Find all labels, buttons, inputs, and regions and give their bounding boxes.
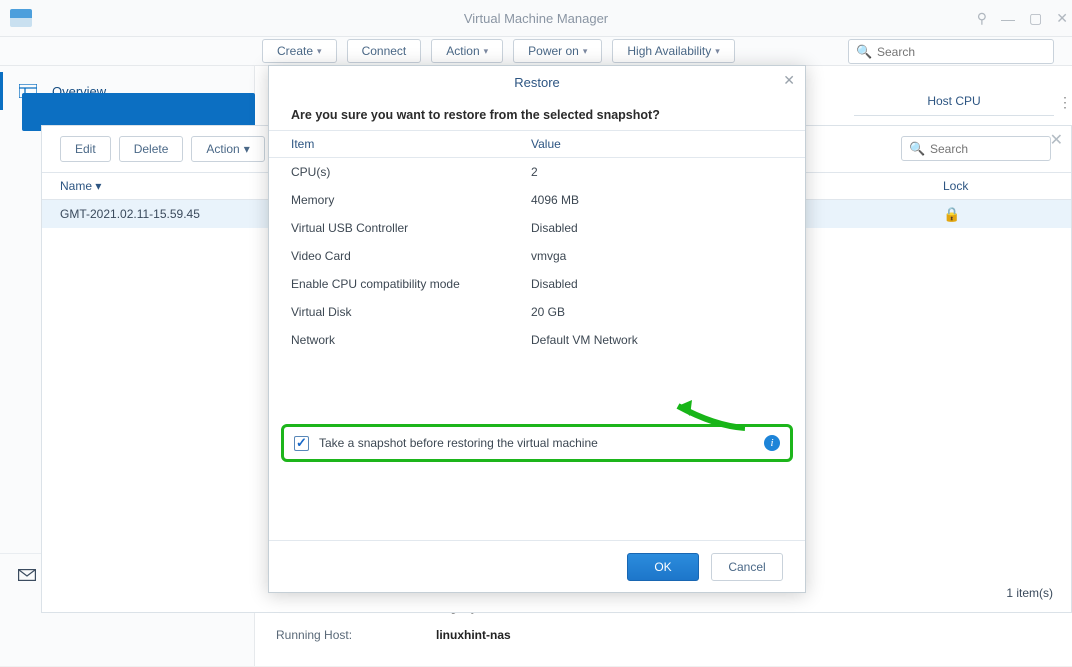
table-row: NetworkDefault VM Network — [269, 326, 805, 354]
modal-question: Are you sure you want to restore from th… — [269, 98, 805, 130]
caret-down-icon: ▾ — [317, 46, 322, 57]
table-row: Memory4096 MB — [269, 186, 805, 214]
modal-title: Restore ✕ — [269, 66, 805, 98]
more-menu-icon[interactable]: ⋮ — [1058, 94, 1072, 111]
app-icon — [10, 9, 32, 27]
modal-table-header: Item Value — [269, 130, 805, 158]
window-controls: ⚲ — ▢ ✕ — [977, 0, 1068, 37]
ok-button[interactable]: OK — [627, 553, 699, 581]
snapshot-search: 🔍 — [901, 136, 1051, 161]
col-value-header[interactable]: Value — [531, 137, 561, 151]
col-lock-header[interactable]: Lock — [943, 179, 1053, 193]
snapshot-action-button[interactable]: Action▾ — [191, 136, 264, 162]
caret-down-icon: ▾ — [484, 46, 489, 57]
close-icon[interactable]: ✕ — [1056, 10, 1068, 27]
snapshot-checkbox-highlight: ✓ Take a snapshot before restoring the v… — [281, 424, 793, 462]
main-toolbar: Create▾ Connect Action▾ Power on▾ High A… — [0, 37, 1072, 66]
cancel-button[interactable]: Cancel — [711, 553, 783, 581]
caret-down-icon: ▾ — [244, 142, 250, 156]
pin-icon[interactable]: ⚲ — [977, 10, 987, 27]
search-input[interactable] — [848, 39, 1054, 64]
caret-down-icon: ▾ — [715, 46, 720, 57]
toolbar-search: 🔍 — [848, 39, 1054, 64]
table-row: Virtual Disk20 GB — [269, 298, 805, 326]
delete-button[interactable]: Delete — [119, 136, 184, 162]
maximize-icon[interactable]: ▢ — [1029, 10, 1042, 27]
host-cpu-header[interactable]: Host CPU — [854, 94, 1054, 116]
search-icon: 🔍 — [909, 141, 925, 157]
table-row: Enable CPU compatibility modeDisabled — [269, 270, 805, 298]
search-icon: 🔍 — [856, 44, 872, 60]
titlebar: Virtual Machine Manager ⚲ — ▢ ✕ — [0, 0, 1072, 37]
info-icon[interactable]: i — [764, 435, 780, 451]
restore-modal: Restore ✕ Are you sure you want to resto… — [268, 65, 806, 593]
create-button[interactable]: Create▾ — [262, 39, 337, 63]
snapshot-footer: 1 item(s) — [1006, 586, 1053, 600]
close-icon[interactable]: ✕ — [783, 72, 795, 89]
window-title: Virtual Machine Manager — [464, 11, 608, 26]
checkbox-label: Take a snapshot before restoring the vir… — [319, 436, 754, 450]
col-item-header[interactable]: Item — [291, 137, 531, 151]
host-label: Running Host: — [276, 628, 436, 642]
high-availability-button[interactable]: High Availability▾ — [612, 39, 734, 63]
lock-icon: 🔒 — [943, 206, 960, 222]
caret-down-icon: ▾ — [583, 46, 588, 57]
feedback-icon — [18, 569, 36, 584]
host-value: linuxhint-nas — [436, 628, 511, 642]
table-row: Video Cardvmvga — [269, 242, 805, 270]
row-lock: 🔒 — [943, 206, 1053, 223]
sort-caret-icon: ▾ — [95, 179, 101, 193]
edit-button[interactable]: Edit — [60, 136, 111, 162]
connect-button[interactable]: Connect — [347, 39, 422, 63]
close-icon[interactable]: ✕ — [1050, 130, 1063, 150]
power-on-button[interactable]: Power on▾ — [513, 39, 602, 63]
action-button[interactable]: Action▾ — [431, 39, 503, 63]
modal-footer: OK Cancel — [269, 540, 805, 592]
table-row: Virtual USB ControllerDisabled — [269, 214, 805, 242]
minimize-icon[interactable]: — — [1001, 11, 1015, 27]
snapshot-checkbox[interactable]: ✓ — [294, 436, 309, 451]
table-row: CPU(s)2 — [269, 158, 805, 186]
